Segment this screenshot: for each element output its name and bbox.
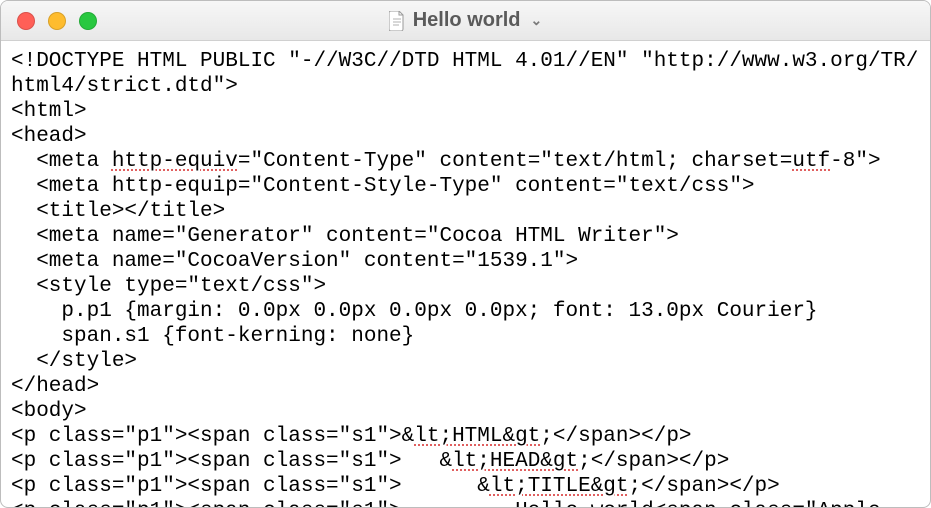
titlebar[interactable]: Hello world ⌄	[1, 1, 930, 41]
code-line[interactable]: <p class="p1"><span class="s1"> &lt;HEAD…	[11, 449, 920, 474]
spellcheck-span: lt;HEAD&gt	[452, 450, 578, 473]
code-text: <html>	[11, 100, 87, 123]
spellcheck-span: utf	[792, 150, 830, 173]
code-line[interactable]: <title></title>	[11, 199, 920, 224]
code-line[interactable]: <p class="p1"><span class="s1"> &lt;TITL…	[11, 474, 920, 499]
editor-window: Hello world ⌄ <!DOCTYPE HTML PUBLIC "-//…	[0, 0, 931, 508]
code-text: <body>	[11, 400, 87, 423]
code-text: ="Content-Type" content="text/html; char…	[238, 150, 793, 173]
close-button[interactable]	[17, 12, 35, 30]
document-icon	[389, 11, 405, 31]
code-text: html4/strict.dtd">	[11, 75, 238, 98]
code-line[interactable]: <html>	[11, 99, 920, 124]
code-line[interactable]: <body>	[11, 399, 920, 424]
code-text: <meta name="CocoaVersion" content="1539.…	[11, 250, 578, 273]
code-text: <meta name="Generator" content="Cocoa HT…	[11, 225, 679, 248]
code-line[interactable]: <style type="text/css">	[11, 274, 920, 299]
code-line[interactable]: <p class="p1"><span class="s1"> Hello wo…	[11, 499, 920, 507]
code-line[interactable]: p.p1 {margin: 0.0px 0.0px 0.0px 0.0px; f…	[11, 299, 920, 324]
code-line[interactable]: <p class="p1"><span class="s1">&lt;HTML&…	[11, 424, 920, 449]
code-text: span.s1 {font-kerning: none}	[11, 325, 414, 348]
maximize-button[interactable]	[79, 12, 97, 30]
code-line[interactable]: <meta http-equip="Content-Style-Type" co…	[11, 174, 920, 199]
code-text: <title></title>	[11, 200, 225, 223]
code-text: </head>	[11, 375, 99, 398]
code-text: <style type="text/css">	[11, 275, 326, 298]
code-text: -8">	[830, 150, 880, 173]
spellcheck-span: lt;HTML&gt	[414, 425, 540, 448]
code-line[interactable]: <meta name="CocoaVersion" content="1539.…	[11, 249, 920, 274]
code-text: <meta	[11, 150, 112, 173]
code-text: <p class="p1"><span class="s1">&	[11, 425, 414, 448]
code-text: <p class="p1"><span class="s1"> &	[11, 475, 490, 498]
spellcheck-span: http-equiv	[112, 150, 238, 173]
code-text: <meta http-equip="Content-Style-Type" co…	[11, 175, 755, 198]
code-line[interactable]: span.s1 {font-kerning: none}	[11, 324, 920, 349]
code-text: </style>	[11, 350, 137, 373]
code-text: ;</span></p>	[540, 425, 691, 448]
traffic-lights	[17, 12, 97, 30]
code-text: <!DOCTYPE HTML PUBLIC "-//W3C//DTD HTML …	[11, 50, 918, 73]
code-line[interactable]: </head>	[11, 374, 920, 399]
spellcheck-span: lt;TITLE&gt	[490, 475, 629, 498]
title-area[interactable]: Hello world ⌄	[389, 9, 543, 32]
code-line[interactable]: <head>	[11, 124, 920, 149]
code-text: ;</span></p>	[629, 475, 780, 498]
code-text: <p class="p1"><span class="s1"> Hello wo…	[11, 500, 893, 507]
code-line[interactable]: </style>	[11, 349, 920, 374]
code-text: <p class="p1"><span class="s1"> &	[11, 450, 452, 473]
code-line[interactable]: <!DOCTYPE HTML PUBLIC "-//W3C//DTD HTML …	[11, 49, 920, 74]
code-editor[interactable]: <!DOCTYPE HTML PUBLIC "-//W3C//DTD HTML …	[1, 41, 930, 507]
code-line[interactable]: <meta name="Generator" content="Cocoa HT…	[11, 224, 920, 249]
minimize-button[interactable]	[48, 12, 66, 30]
code-line[interactable]: html4/strict.dtd">	[11, 74, 920, 99]
code-text: <head>	[11, 125, 87, 148]
code-text: p.p1 {margin: 0.0px 0.0px 0.0px 0.0px; f…	[11, 300, 818, 323]
window-title: Hello world	[413, 9, 521, 32]
code-line[interactable]: <meta http-equiv="Content-Type" content=…	[11, 149, 920, 174]
code-text: ;</span></p>	[578, 450, 729, 473]
chevron-down-icon[interactable]: ⌄	[531, 12, 543, 29]
